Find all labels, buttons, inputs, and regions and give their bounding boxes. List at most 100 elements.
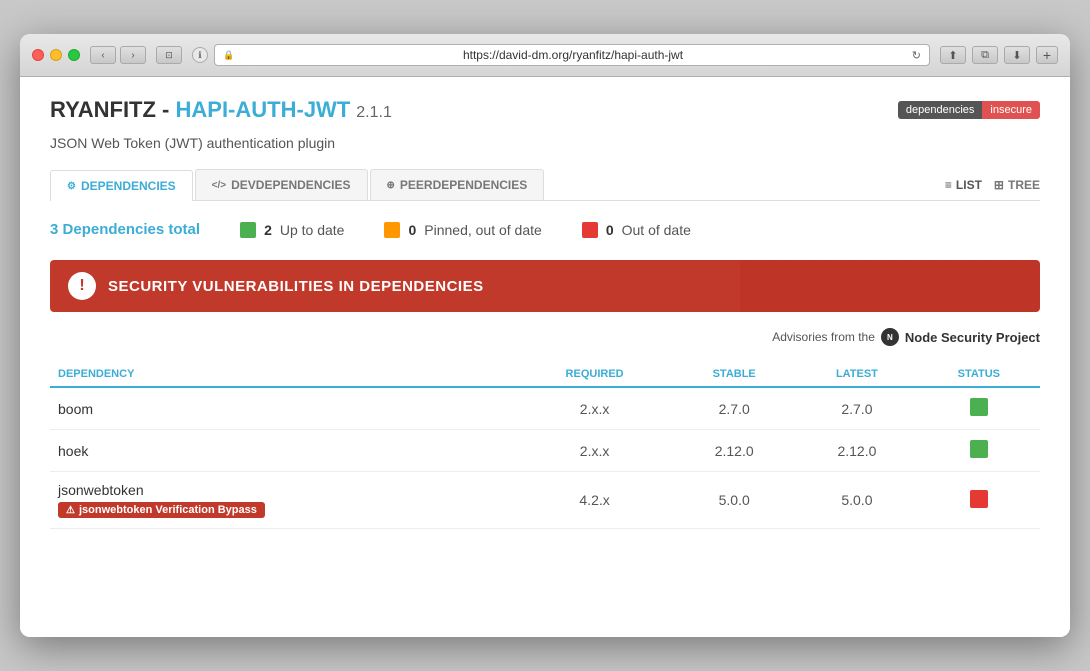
back-button[interactable]: ‹ (90, 46, 116, 64)
tab-devdependencies[interactable]: </> DEVDEPENDENCIES (195, 169, 368, 200)
vulnerability-badge[interactable]: ⚠ jsonwebtoken Verification Bypass (58, 502, 265, 518)
peerdependencies-tab-icon: ⊕ (387, 180, 395, 191)
col-stable: STABLE (672, 362, 796, 387)
col-dependency: DEPENDENCY (50, 362, 517, 387)
badge-dependencies: dependencies (898, 101, 983, 119)
col-latest: LATEST (796, 362, 917, 387)
dependencies-tab-icon: ⚙ (67, 181, 76, 192)
warning-icon: ! (68, 272, 96, 300)
vuln-text: jsonwebtoken Verification Bypass (79, 504, 257, 516)
dep-status (918, 430, 1040, 472)
title-bar: ‹ › ⊡ ℹ 🔒 https://david-dm.org/ryanfitz/… (20, 34, 1070, 77)
dep-stable: 2.12.0 (672, 430, 796, 472)
out-of-date-stat: 0 Out of date (582, 222, 691, 238)
total-count: 3 (50, 221, 58, 238)
nsp-name: Node Security Project (905, 330, 1040, 345)
dep-latest: 2.7.0 (796, 387, 917, 430)
dep-status (918, 472, 1040, 529)
tab-devdependencies-label: DEVDEPENDENCIES (231, 178, 350, 192)
red-dot (582, 222, 598, 238)
table-row: hoek2.x.x2.12.02.12.0 (50, 430, 1040, 472)
status-green-icon (970, 398, 988, 416)
window-toggle-button[interactable]: ⊡ (156, 46, 182, 64)
dep-stable: 5.0.0 (672, 472, 796, 529)
out-of-date-label: Out of date (622, 222, 691, 238)
dep-required: 4.2.x (517, 472, 672, 529)
dep-required: 2.x.x (517, 430, 672, 472)
download-button[interactable]: ⬇ (1004, 46, 1030, 64)
pinned-stat: 0 Pinned, out of date (384, 222, 541, 238)
pinned-label: Pinned, out of date (424, 222, 542, 238)
page-header: RYANFITZ - HAPI-AUTH-JWT2.1.1 dependenci… (50, 97, 1040, 123)
banner-text: SECURITY VULNERABILITIES IN DEPENDENCIES (108, 278, 484, 295)
list-icon: ≡ (945, 178, 952, 192)
yellow-dot (384, 222, 400, 238)
green-dot (240, 222, 256, 238)
author-name: RYANFITZ (50, 97, 156, 122)
duplicate-button[interactable]: ⧉ (972, 46, 998, 64)
address-bar[interactable]: 🔒 https://david-dm.org/ryanfitz/hapi-aut… (214, 44, 930, 66)
dep-stable: 2.7.0 (672, 387, 796, 430)
share-button[interactable]: ⬆ (940, 46, 966, 64)
list-view-label: LIST (956, 178, 982, 192)
tabs-left: ⚙ DEPENDENCIES </> DEVDEPENDENCIES ⊕ PEE… (50, 169, 546, 200)
minimize-button[interactable] (50, 49, 62, 61)
forward-button[interactable]: › (120, 46, 146, 64)
col-required: REQUIRED (517, 362, 672, 387)
status-red-icon (970, 490, 988, 508)
col-status: STATUS (918, 362, 1040, 387)
dep-name: jsonwebtoken (58, 482, 509, 498)
dependency-table: DEPENDENCY REQUIRED STABLE LATEST STATUS… (50, 362, 1040, 529)
view-buttons: ≡ LIST ⊞ TREE (945, 178, 1040, 192)
tab-peerdependencies[interactable]: ⊕ PEERDEPENDENCIES (370, 169, 545, 200)
stats-row: 3 Dependencies total 2 Up to date 0 Pinn… (50, 221, 1040, 238)
dep-name-cell[interactable]: hoek (50, 430, 517, 472)
tree-view-label: TREE (1008, 178, 1040, 192)
tab-dependencies[interactable]: ⚙ DEPENDENCIES (50, 170, 193, 201)
maximize-button[interactable] (68, 49, 80, 61)
pinned-count: 0 (408, 222, 416, 238)
tree-view-button[interactable]: ⊞ TREE (994, 178, 1040, 192)
version-number: 2.1.1 (356, 104, 392, 121)
badge-insecure: insecure (982, 101, 1040, 119)
tree-icon: ⊞ (994, 178, 1004, 192)
list-view-button[interactable]: ≡ LIST (945, 178, 982, 192)
devdependencies-tab-icon: </> (212, 180, 226, 191)
right-buttons: ⬆ ⧉ ⬇ + (940, 46, 1058, 64)
table-row: jsonwebtoken ⚠ jsonwebtoken Verification B… (50, 472, 1040, 529)
status-green-icon (970, 440, 988, 458)
new-tab-button[interactable]: + (1036, 46, 1058, 64)
tab-dependencies-label: DEPENDENCIES (81, 179, 176, 193)
out-of-date-count: 0 (606, 222, 614, 238)
vuln-icon: ⚠ (66, 505, 75, 516)
page-content: RYANFITZ - HAPI-AUTH-JWT2.1.1 dependenci… (20, 77, 1070, 637)
table-header-row: DEPENDENCY REQUIRED STABLE LATEST STATUS (50, 362, 1040, 387)
dep-status (918, 387, 1040, 430)
table-row: boom2.x.x2.7.02.7.0 (50, 387, 1040, 430)
dep-name: boom (58, 401, 509, 417)
page-title: RYANFITZ - HAPI-AUTH-JWT2.1.1 (50, 97, 392, 123)
tab-peerdependencies-label: PEERDEPENDENCIES (400, 178, 527, 192)
dep-name-cell[interactable]: boom (50, 387, 517, 430)
up-to-date-label: Up to date (280, 222, 345, 238)
address-bar-wrap: ℹ 🔒 https://david-dm.org/ryanfitz/hapi-a… (192, 44, 930, 66)
security-banner: ! SECURITY VULNERABILITIES IN DEPENDENCI… (50, 260, 1040, 312)
nav-buttons: ‹ › (90, 46, 146, 64)
traffic-lights (32, 49, 80, 61)
total-stat: 3 Dependencies total (50, 221, 200, 238)
advisory-prefix: Advisories from the (772, 330, 875, 344)
repo-name: HAPI-AUTH-JWT (176, 97, 351, 122)
status-badge-group: dependencies insecure (898, 101, 1040, 119)
up-to-date-count: 2 (264, 222, 272, 238)
up-to-date-stat: 2 Up to date (240, 222, 344, 238)
close-button[interactable] (32, 49, 44, 61)
nsp-logo: N (881, 328, 899, 346)
advisory-row: Advisories from the N Node Security Proj… (50, 328, 1040, 346)
lock-icon: 🔒 (223, 50, 234, 61)
dep-name-cell[interactable]: jsonwebtoken ⚠ jsonwebtoken Verification B… (50, 472, 517, 529)
dep-latest: 5.0.0 (796, 472, 917, 529)
info-button[interactable]: ℹ (192, 47, 208, 63)
tabs-row: ⚙ DEPENDENCIES </> DEVDEPENDENCIES ⊕ PEE… (50, 169, 1040, 201)
url-text: https://david-dm.org/ryanfitz/hapi-auth-… (238, 48, 908, 62)
reload-button[interactable]: ↻ (912, 49, 921, 62)
